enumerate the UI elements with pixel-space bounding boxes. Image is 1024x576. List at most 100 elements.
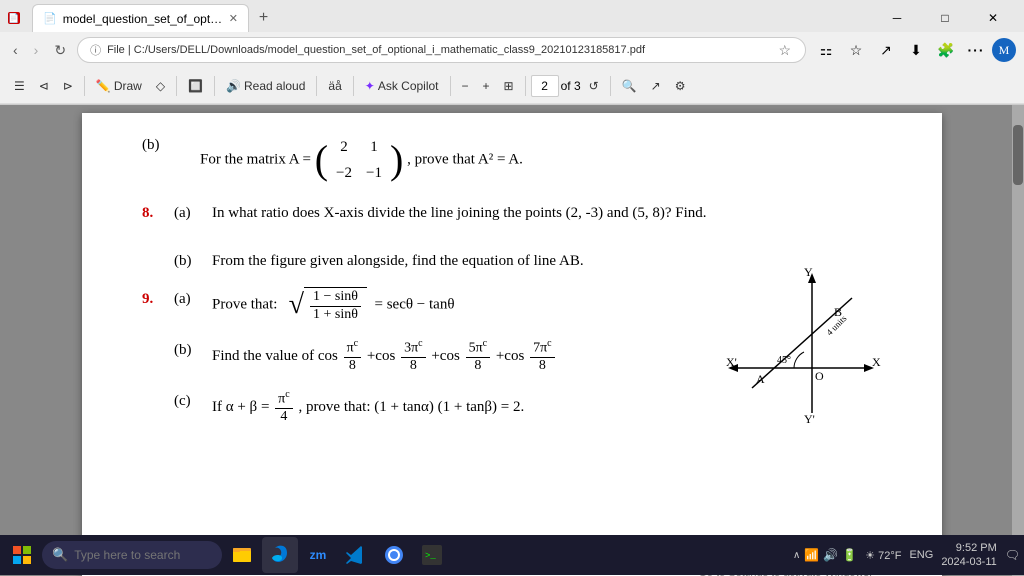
sound-icon: 🔊: [226, 79, 241, 93]
problem-9-num: 9.: [142, 287, 166, 311]
o-label: O: [815, 369, 824, 383]
forward-button[interactable]: ›: [29, 40, 44, 60]
taskbar-search-input[interactable]: [74, 548, 204, 562]
windows-logo: [13, 546, 31, 564]
dictate-btn[interactable]: äå: [322, 76, 347, 96]
m11: −1: [366, 161, 382, 185]
url-bar[interactable]: ⓘ File | C:/Users/DELL/Downloads/model_q…: [77, 37, 806, 63]
info-icon: ⓘ: [90, 42, 101, 58]
problem-8a-label: (a): [174, 201, 204, 225]
maximize-button[interactable]: □: [922, 4, 968, 32]
download-icon[interactable]: ⬇: [902, 36, 930, 64]
notification-icon[interactable]: 🗨: [1005, 548, 1020, 562]
minimize-button[interactable]: ─: [874, 4, 920, 32]
browser-chrome: 📄 📄 model_question_set_of_optional ✕ + ─…: [0, 0, 1024, 105]
search-icon: 🔍: [52, 547, 68, 563]
m01: 1: [366, 135, 382, 159]
up-arrow-icon[interactable]: ∧: [793, 550, 800, 561]
taskbar-app-chrome[interactable]: [376, 537, 412, 573]
close-button[interactable]: ✕: [970, 4, 1016, 32]
taskbar-time[interactable]: 9:52 PM 2024-03-11: [941, 541, 996, 570]
settings-btn[interactable]: ⚙: [669, 76, 692, 96]
problem-9b-label: (b): [174, 338, 204, 362]
8-den-2: 8: [407, 358, 420, 375]
battery-icon[interactable]: 🔋: [842, 548, 857, 562]
search-btn[interactable]: 🔍: [616, 76, 643, 96]
navigate-prev-btn[interactable]: ⊲: [33, 76, 55, 96]
annotate-btn[interactable]: 🔲: [182, 76, 209, 96]
immersive-btn[interactable]: ↗: [645, 76, 667, 96]
active-tab[interactable]: 📄 model_question_set_of_optional ✕: [32, 4, 249, 32]
new-tab-button[interactable]: +: [253, 7, 274, 29]
star-icon[interactable]: ☆: [776, 40, 793, 61]
taskbar-app-vscode[interactable]: [338, 537, 374, 573]
matrix-grid: 2 1 −2 −1: [332, 133, 386, 187]
problem-9a-label: (a): [174, 287, 204, 311]
draw-btn[interactable]: ✏️ Draw: [90, 76, 148, 96]
clock-time: 9:52 PM: [941, 541, 996, 555]
taskbar-app-edge[interactable]: [262, 537, 298, 573]
problem-8-num: 8.: [142, 201, 166, 225]
sqrt-wrapper: √ 1 − sinθ 1 + sinθ: [289, 287, 367, 324]
back-button[interactable]: ‹: [8, 40, 23, 60]
sqrt-frac-num: 1 − sinθ: [310, 289, 361, 307]
scroll-thumb[interactable]: [1013, 125, 1023, 185]
favorites-icon[interactable]: ☆: [842, 36, 870, 64]
tab-bar: 📄 📄 model_question_set_of_optional ✕ + ─…: [0, 0, 1024, 32]
url-right-icons: ☆: [776, 40, 793, 61]
pi-num: πc: [344, 338, 362, 358]
terminal-icon: >_: [422, 545, 442, 565]
favicon: 📄: [8, 12, 20, 24]
weather-display: ☀ 72°F: [865, 549, 901, 562]
scrollbar[interactable]: [1012, 105, 1024, 576]
start-button[interactable]: [4, 537, 40, 573]
zoom-minus-btn[interactable]: −: [456, 76, 475, 96]
eraser-btn[interactable]: ◇: [150, 76, 171, 96]
draw-label: Draw: [114, 79, 142, 93]
y-label: Y: [804, 268, 813, 279]
matrix-expr: ( 2 1 −2 −1 ): [315, 133, 404, 187]
m10: −2: [336, 161, 352, 185]
read-aloud-btn[interactable]: 🔊 Read aloud: [220, 76, 311, 96]
fit-page-btn[interactable]: ⊞: [498, 76, 520, 96]
page-number-input[interactable]: [531, 75, 559, 97]
navigate-next-btn[interactable]: ⊳: [57, 76, 79, 96]
sep5: [353, 76, 354, 96]
pdf-page: (b) For the matrix A = ( 2 1 −2 −1 ) , p…: [82, 113, 942, 576]
taskbar-app-zm[interactable]: zm: [300, 537, 336, 573]
profile-icon[interactable]: M: [992, 38, 1016, 62]
lang-indicator: ENG: [909, 549, 933, 561]
total-pages: of 3: [561, 79, 581, 93]
problem-8a-text: In what ratio does X-axis divide the lin…: [212, 201, 882, 225]
tab-title: model_question_set_of_optional: [63, 12, 223, 26]
collections-icon[interactable]: ⚏: [812, 36, 840, 64]
dictate-label: äå: [328, 79, 341, 93]
taskbar-right: ∧ 📶 🔊 🔋 ☀ 72°F ENG 9:52 PM 2024-03-11 🗨: [793, 541, 1020, 570]
taskbar-search-box[interactable]: 🔍: [42, 541, 222, 569]
share-icon[interactable]: ↗: [872, 36, 900, 64]
network-icon[interactable]: 📶: [804, 548, 819, 562]
more-btn[interactable]: ···: [962, 36, 990, 64]
8-den-3: 8: [471, 358, 484, 375]
pdf-toolbar: ☰ ⊲ ⊳ ✏️ Draw ◇ 🔲 🔊 Read aloud äå ✦ Ask …: [0, 68, 1024, 104]
temperature: 72°F: [878, 550, 901, 562]
eight-den: 8: [346, 358, 359, 375]
read-aloud-label: Read aloud: [244, 79, 305, 93]
problem-8b-label: (b): [174, 249, 204, 273]
problem-9b-spacer: 9.: [142, 338, 166, 362]
problem-b-section: (b) For the matrix A = ( 2 1 −2 −1 ) , p…: [142, 133, 882, 187]
refresh-button[interactable]: ↻: [49, 40, 71, 61]
rotate-btn[interactable]: ↺: [583, 76, 605, 96]
tab-close-btn[interactable]: ✕: [229, 12, 238, 25]
ask-copilot-btn[interactable]: ✦ Ask Copilot: [359, 76, 445, 96]
taskbar-app-terminal[interactable]: >_: [414, 537, 450, 573]
clock-date: 2024-03-11: [941, 555, 996, 569]
address-bar: ‹ › ↻ ⓘ File | C:/Users/DELL/Downloads/m…: [0, 32, 1024, 68]
sidebar-toggle-btn[interactable]: ☰: [8, 76, 31, 96]
problem-8b-spacer: 8.: [142, 249, 166, 273]
speaker-icon[interactable]: 🔊: [823, 548, 838, 562]
sep2: [176, 76, 177, 96]
zoom-plus-btn[interactable]: +: [477, 76, 496, 96]
extensions-icon[interactable]: 🧩: [932, 36, 960, 64]
taskbar-app-explorer[interactable]: [224, 537, 260, 573]
